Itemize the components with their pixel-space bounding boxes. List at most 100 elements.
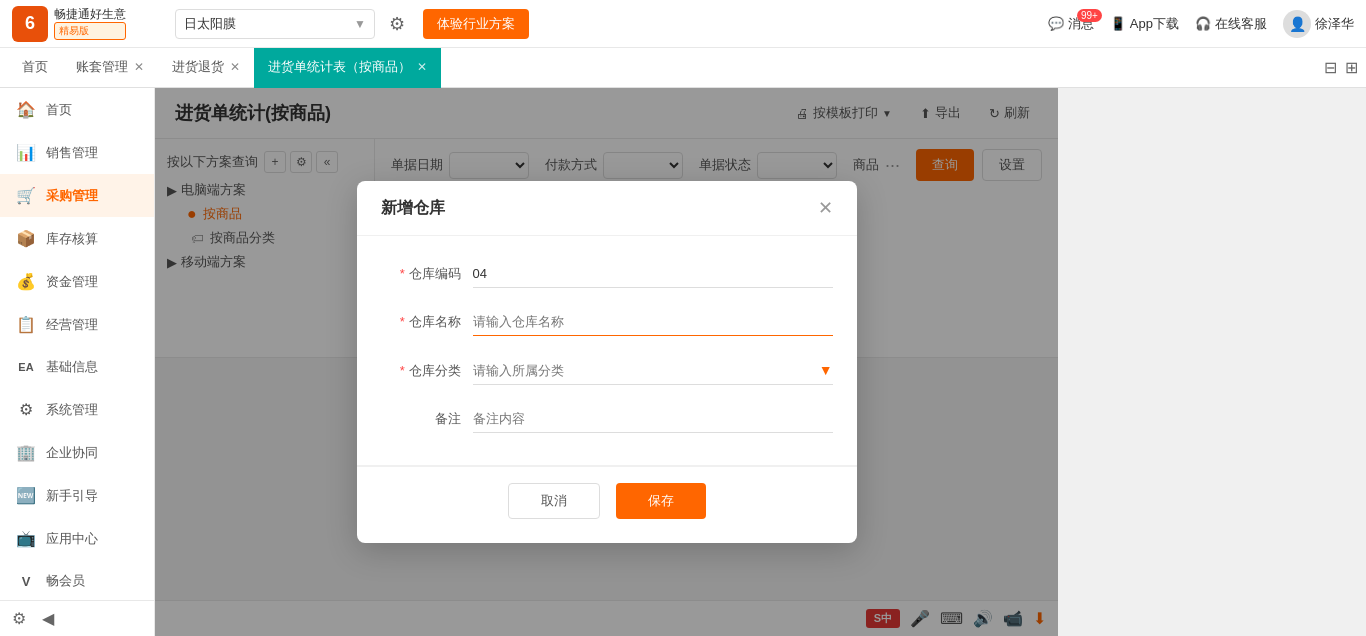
modal-footer: 取消 保存 <box>357 466 857 543</box>
form-row-name: 仓库名称 <box>381 308 833 336</box>
sidebar-item-home[interactable]: 🏠 首页 <box>0 88 154 131</box>
tab-purchase-return-label: 进货退货 <box>172 58 224 76</box>
basic-icon: EA <box>16 361 36 373</box>
sidebar: 🏠 首页 📊 销售管理 🛒 采购管理 📦 库存核算 💰 资金管理 📋 经营管理 … <box>0 88 155 636</box>
search-input[interactable] <box>184 16 348 31</box>
operation-icon: 📋 <box>16 315 36 334</box>
sidebar-item-inventory[interactable]: 📦 库存核算 <box>0 217 154 260</box>
category-dropdown-icon[interactable]: ▼ <box>819 362 833 378</box>
sidebar-settings-icon[interactable]: ⚙ <box>12 609 26 628</box>
sidebar-item-enterprise[interactable]: 🏢 企业协同 <box>0 431 154 474</box>
sidebar-bottom: ⚙ ◀ <box>0 600 155 636</box>
edition-badge: 精易版 <box>54 22 126 40</box>
mobile-icon: 📱 <box>1110 16 1126 31</box>
main-layout: 🏠 首页 📊 销售管理 🛒 采购管理 📦 库存核算 💰 资金管理 📋 经营管理 … <box>0 88 1366 636</box>
tab-purchase-return[interactable]: 进货退货 ✕ <box>158 48 254 88</box>
avatar: 👤 <box>1283 10 1311 38</box>
tab-accounts[interactable]: 账套管理 ✕ <box>62 48 158 88</box>
sidebar-item-operation[interactable]: 📋 经营管理 <box>0 303 154 346</box>
header-right: 💬 消息 99+ 📱 App下载 🎧 在线客服 👤 徐泽华 <box>1048 10 1354 38</box>
modal-body: 仓库编码 仓库名称 仓库分类 ▼ <box>357 236 857 465</box>
message-icon: 💬 <box>1048 16 1064 31</box>
tab-fullscreen-icon[interactable]: ⊞ <box>1345 58 1358 77</box>
sidebar-item-sales[interactable]: 📊 销售管理 <box>0 131 154 174</box>
remark-label: 备注 <box>381 410 461 428</box>
tab-right-icons: ⊟ ⊞ <box>1324 58 1358 77</box>
home-icon: 🏠 <box>16 100 36 119</box>
sidebar-item-operation-label: 经营管理 <box>46 316 98 334</box>
inventory-icon: 📦 <box>16 229 36 248</box>
sidebar-item-enterprise-label: 企业协同 <box>46 444 98 462</box>
sidebar-item-guide[interactable]: 🆕 新手引导 <box>0 474 154 517</box>
top-header: 6 畅捷通好生意 精易版 ▼ ⚙ 体验行业方案 💬 消息 99+ 📱 App下载… <box>0 0 1366 48</box>
username-label: 徐泽华 <box>1315 15 1354 33</box>
save-button[interactable]: 保存 <box>616 483 706 519</box>
modal-close-icon[interactable]: ✕ <box>818 197 833 219</box>
trial-button[interactable]: 体验行业方案 <box>423 9 529 39</box>
remark-input[interactable] <box>473 405 833 433</box>
message-icon-item[interactable]: 💬 消息 99+ <box>1048 15 1094 33</box>
modal-overlay[interactable]: 新增仓库 ✕ 仓库编码 仓库名称 仓库分类 <box>155 88 1058 636</box>
logo-area: 6 畅捷通好生意 精易版 <box>12 6 167 42</box>
tab-purchase-return-close[interactable]: ✕ <box>230 60 240 74</box>
sidebar-item-system[interactable]: ⚙ 系统管理 <box>0 388 154 431</box>
brand-name: 畅捷通好生意 <box>54 7 126 23</box>
category-select-row[interactable]: ▼ <box>473 356 833 385</box>
sidebar-item-home-label: 首页 <box>46 101 72 119</box>
tab-accounts-label: 账套管理 <box>76 58 128 76</box>
tab-purchase-stat-close[interactable]: ✕ <box>417 60 427 74</box>
sidebar-item-guide-label: 新手引导 <box>46 487 98 505</box>
purchase-icon: 🛒 <box>16 186 36 205</box>
sidebar-item-sales-label: 销售管理 <box>46 144 98 162</box>
user-avatar-item[interactable]: 👤 徐泽华 <box>1283 10 1354 38</box>
tab-home[interactable]: 首页 <box>8 48 62 88</box>
headset-icon: 🎧 <box>1195 16 1211 31</box>
app-logo-icon: 6 <box>12 6 48 42</box>
cancel-button[interactable]: 取消 <box>508 483 600 519</box>
modal-title: 新增仓库 <box>381 198 445 219</box>
modal-header: 新增仓库 ✕ <box>357 181 857 236</box>
tab-purchase-stat-label: 进货单统计表（按商品） <box>268 58 411 76</box>
app-center-icon: 📺 <box>16 529 36 548</box>
sales-icon: 📊 <box>16 143 36 162</box>
sidebar-item-member[interactable]: V 畅会员 <box>0 560 154 602</box>
app-download-item[interactable]: 📱 App下载 <box>1110 15 1179 33</box>
sidebar-item-finance[interactable]: 💰 资金管理 <box>0 260 154 303</box>
sidebar-item-app-center[interactable]: 📺 应用中心 <box>0 517 154 560</box>
header-search-box[interactable]: ▼ <box>175 9 375 39</box>
sidebar-collapse-icon[interactable]: ◀ <box>42 609 54 628</box>
sidebar-item-system-label: 系统管理 <box>46 401 98 419</box>
modal-new-warehouse: 新增仓库 ✕ 仓库编码 仓库名称 仓库分类 <box>357 181 857 543</box>
category-label: 仓库分类 <box>381 362 461 380</box>
online-service-item[interactable]: 🎧 在线客服 <box>1195 15 1267 33</box>
code-label: 仓库编码 <box>381 265 461 283</box>
form-row-category: 仓库分类 ▼ <box>381 356 833 385</box>
form-row-code: 仓库编码 <box>381 260 833 288</box>
name-input[interactable] <box>473 308 833 336</box>
page-content: 进货单统计(按商品) 🖨 按模板打印 ▼ ⬆ 导出 ↻ 刷新 <box>155 88 1058 636</box>
sidebar-item-basic[interactable]: EA 基础信息 <box>0 346 154 388</box>
search-dropdown-icon[interactable]: ▼ <box>354 17 366 31</box>
category-input[interactable] <box>473 363 815 378</box>
sidebar-item-basic-label: 基础信息 <box>46 358 98 376</box>
guide-icon: 🆕 <box>16 486 36 505</box>
sidebar-item-member-label: 畅会员 <box>46 572 85 590</box>
sidebar-item-purchase-label: 采购管理 <box>46 187 98 205</box>
member-icon: V <box>16 574 36 589</box>
enterprise-icon: 🏢 <box>16 443 36 462</box>
code-input[interactable] <box>473 260 833 288</box>
online-service-label: 在线客服 <box>1215 15 1267 33</box>
sidebar-item-finance-label: 资金管理 <box>46 273 98 291</box>
tab-accounts-close[interactable]: ✕ <box>134 60 144 74</box>
form-row-remark: 备注 <box>381 405 833 433</box>
app-download-label: App下载 <box>1130 15 1179 33</box>
sidebar-item-purchase[interactable]: 🛒 采购管理 <box>0 174 154 217</box>
tab-purchase-stat[interactable]: 进货单统计表（按商品） ✕ <box>254 48 441 88</box>
sidebar-item-inventory-label: 库存核算 <box>46 230 98 248</box>
sidebar-item-app-center-label: 应用中心 <box>46 530 98 548</box>
message-badge: 99+ <box>1077 9 1102 22</box>
tab-restore-icon[interactable]: ⊟ <box>1324 58 1337 77</box>
tab-bar: 首页 账套管理 ✕ 进货退货 ✕ 进货单统计表（按商品） ✕ ⊟ ⊞ <box>0 48 1366 88</box>
name-label: 仓库名称 <box>381 313 461 331</box>
settings-icon[interactable]: ⚙ <box>383 13 411 35</box>
